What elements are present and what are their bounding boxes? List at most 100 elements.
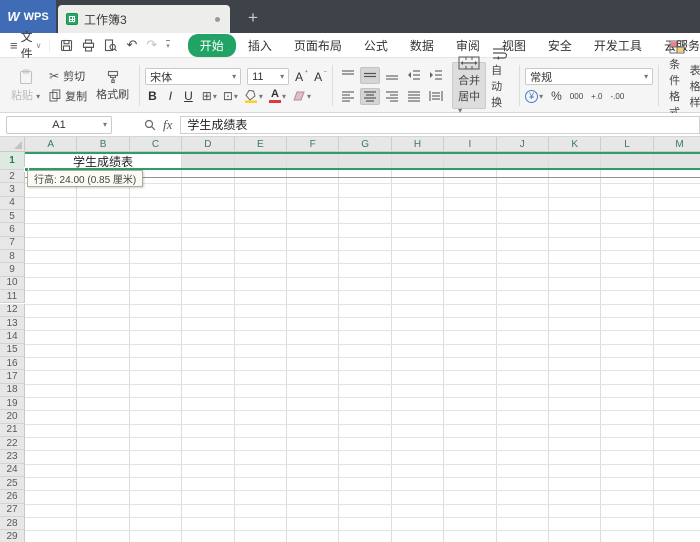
row-header-8[interactable]: 8 — [0, 250, 25, 264]
menu-tab-开发工具[interactable]: 开发工具 — [584, 35, 652, 56]
customize-toolbar-button[interactable]: ▾ — [166, 40, 170, 50]
align-center-button[interactable] — [360, 87, 381, 105]
column-header-L[interactable]: L — [601, 137, 654, 152]
align-bottom-button[interactable] — [382, 67, 402, 84]
menu-tab-页面布局[interactable]: 页面布局 — [284, 35, 352, 56]
row-header-22[interactable]: 22 — [0, 437, 25, 451]
row-header-5[interactable]: 5 — [0, 210, 25, 224]
distributed-button[interactable] — [426, 88, 446, 105]
copy-button[interactable]: 复制 — [49, 88, 87, 104]
increase-indent-button[interactable] — [426, 67, 446, 84]
row-header-3[interactable]: 3 — [0, 183, 25, 197]
menu-tab-开始[interactable]: 开始 — [187, 33, 236, 57]
save-button[interactable] — [60, 39, 73, 52]
search-icon[interactable] — [144, 119, 156, 131]
row-header-24[interactable]: 24 — [0, 463, 25, 478]
row-header-11[interactable]: 11 — [0, 290, 25, 304]
format-painter-button[interactable]: 格式刷 — [91, 68, 134, 104]
name-box[interactable]: A1 ▾ — [6, 115, 112, 134]
column-header-E[interactable]: E — [234, 137, 287, 152]
formula-input[interactable]: 学生成绩表 — [180, 115, 700, 134]
column-header-I[interactable]: I — [444, 137, 497, 152]
row-header-25[interactable]: 25 — [0, 477, 25, 491]
fill-color-button[interactable]: ▾ — [244, 89, 263, 103]
menu-tab-安全[interactable]: 安全 — [538, 35, 582, 56]
column-header-B[interactable]: B — [77, 137, 130, 152]
row-header-16[interactable]: 16 — [0, 356, 25, 371]
row-header-1[interactable]: 1 — [0, 152, 25, 170]
file-menu-button[interactable]: ≡ 文件 ∨ — [0, 28, 49, 62]
row-header-15[interactable]: 15 — [0, 343, 25, 357]
row-header-2[interactable]: 2 — [0, 170, 25, 184]
italic-button[interactable]: I — [166, 89, 175, 103]
menu-tab-公式[interactable]: 公式 — [354, 35, 398, 56]
menu-tab-审阅[interactable]: 审阅 — [446, 35, 490, 56]
percent-format-button[interactable]: % — [551, 89, 562, 103]
column-header-K[interactable]: K — [549, 137, 602, 152]
row-header-17[interactable]: 17 — [0, 370, 25, 384]
thousands-separator-button[interactable]: 000 — [570, 92, 583, 101]
tab-close-button[interactable] — [215, 17, 220, 22]
row-header-27[interactable]: 27 — [0, 503, 25, 518]
align-middle-button[interactable] — [360, 66, 381, 84]
row-header-12[interactable]: 12 — [0, 303, 25, 317]
number-format-select[interactable]: 常规 ▾ — [525, 68, 654, 85]
select-all-corner[interactable] — [0, 137, 25, 152]
align-right-button[interactable] — [382, 88, 402, 105]
row-header-23[interactable]: 23 — [0, 450, 25, 464]
font-color-button[interactable]: A ▾ — [268, 88, 286, 103]
justify-button[interactable] — [404, 88, 424, 105]
column-header-D[interactable]: D — [182, 137, 235, 152]
print-preview-button[interactable] — [104, 38, 118, 52]
clear-format-button[interactable]: ▾ — [292, 90, 311, 102]
menu-tab-数据[interactable]: 数据 — [400, 35, 444, 56]
print-button[interactable] — [82, 38, 95, 52]
row-header-10[interactable]: 10 — [0, 276, 25, 291]
row-header-13[interactable]: 13 — [0, 316, 25, 331]
underline-button[interactable]: U — [181, 89, 196, 103]
row-header-19[interactable]: 19 — [0, 396, 25, 411]
align-top-button[interactable] — [338, 67, 358, 84]
row-header-26[interactable]: 26 — [0, 490, 25, 504]
column-header-C[interactable]: C — [129, 137, 183, 152]
draw-border-button[interactable]: ⊡ ▾ — [223, 89, 238, 103]
increase-decimal-button[interactable]: +.0 — [591, 92, 602, 101]
active-cell-a1[interactable]: 学生成绩表 — [25, 154, 181, 169]
row-header-9[interactable]: 9 — [0, 263, 25, 277]
menu-tab-插入[interactable]: 插入 — [238, 35, 282, 56]
row-header-7[interactable]: 7 — [0, 236, 25, 251]
row-header-14[interactable]: 14 — [0, 330, 25, 344]
row-header-4[interactable]: 4 — [0, 196, 25, 211]
decrease-font-size-button[interactable]: A ⁻ — [314, 70, 327, 84]
paste-button[interactable]: 粘贴 ▾ — [6, 67, 45, 105]
undo-button[interactable]: ↶ — [126, 38, 137, 51]
row-header-18[interactable]: 18 — [0, 383, 25, 397]
row-header-21[interactable]: 21 — [0, 423, 25, 437]
borders-button[interactable]: ⊞ ▾ — [202, 89, 217, 103]
row-header-20[interactable]: 20 — [0, 410, 25, 424]
font-size-select[interactable]: 11 ▾ — [247, 68, 290, 85]
currency-format-button[interactable]: ¥ ▾ — [525, 89, 543, 103]
table-style-button[interactable]: 表格样式 — [690, 62, 700, 109]
conditional-format-button[interactable]: 条件格式 ▾ — [664, 40, 690, 131]
column-header-F[interactable]: F — [287, 137, 340, 152]
cut-button[interactable]: ✂ 剪切 — [49, 68, 87, 84]
row-header-6[interactable]: 6 — [0, 223, 25, 237]
increase-font-size-button[interactable]: A ⁺ — [295, 70, 308, 84]
decrease-decimal-button[interactable]: -.00 — [611, 92, 625, 101]
column-header-G[interactable]: G — [339, 137, 392, 152]
redo-button[interactable]: ↷ — [146, 38, 157, 51]
column-header-M[interactable]: M — [653, 137, 700, 152]
column-header-J[interactable]: J — [496, 137, 549, 152]
insert-function-button[interactable]: fx — [163, 117, 172, 133]
align-left-button[interactable] — [338, 88, 358, 105]
document-tab[interactable]: 工作簿3 — [58, 5, 230, 33]
bold-button[interactable]: B — [145, 89, 160, 103]
font-name-select[interactable]: 宋体 ▾ — [145, 68, 242, 85]
column-header-A[interactable]: A — [25, 137, 78, 152]
column-header-H[interactable]: H — [391, 137, 445, 152]
wrap-text-button[interactable]: 自动换行 — [486, 47, 514, 125]
row-header-29[interactable]: 29 — [0, 530, 25, 542]
row-header-28[interactable]: 28 — [0, 517, 25, 531]
decrease-indent-button[interactable] — [404, 67, 424, 84]
